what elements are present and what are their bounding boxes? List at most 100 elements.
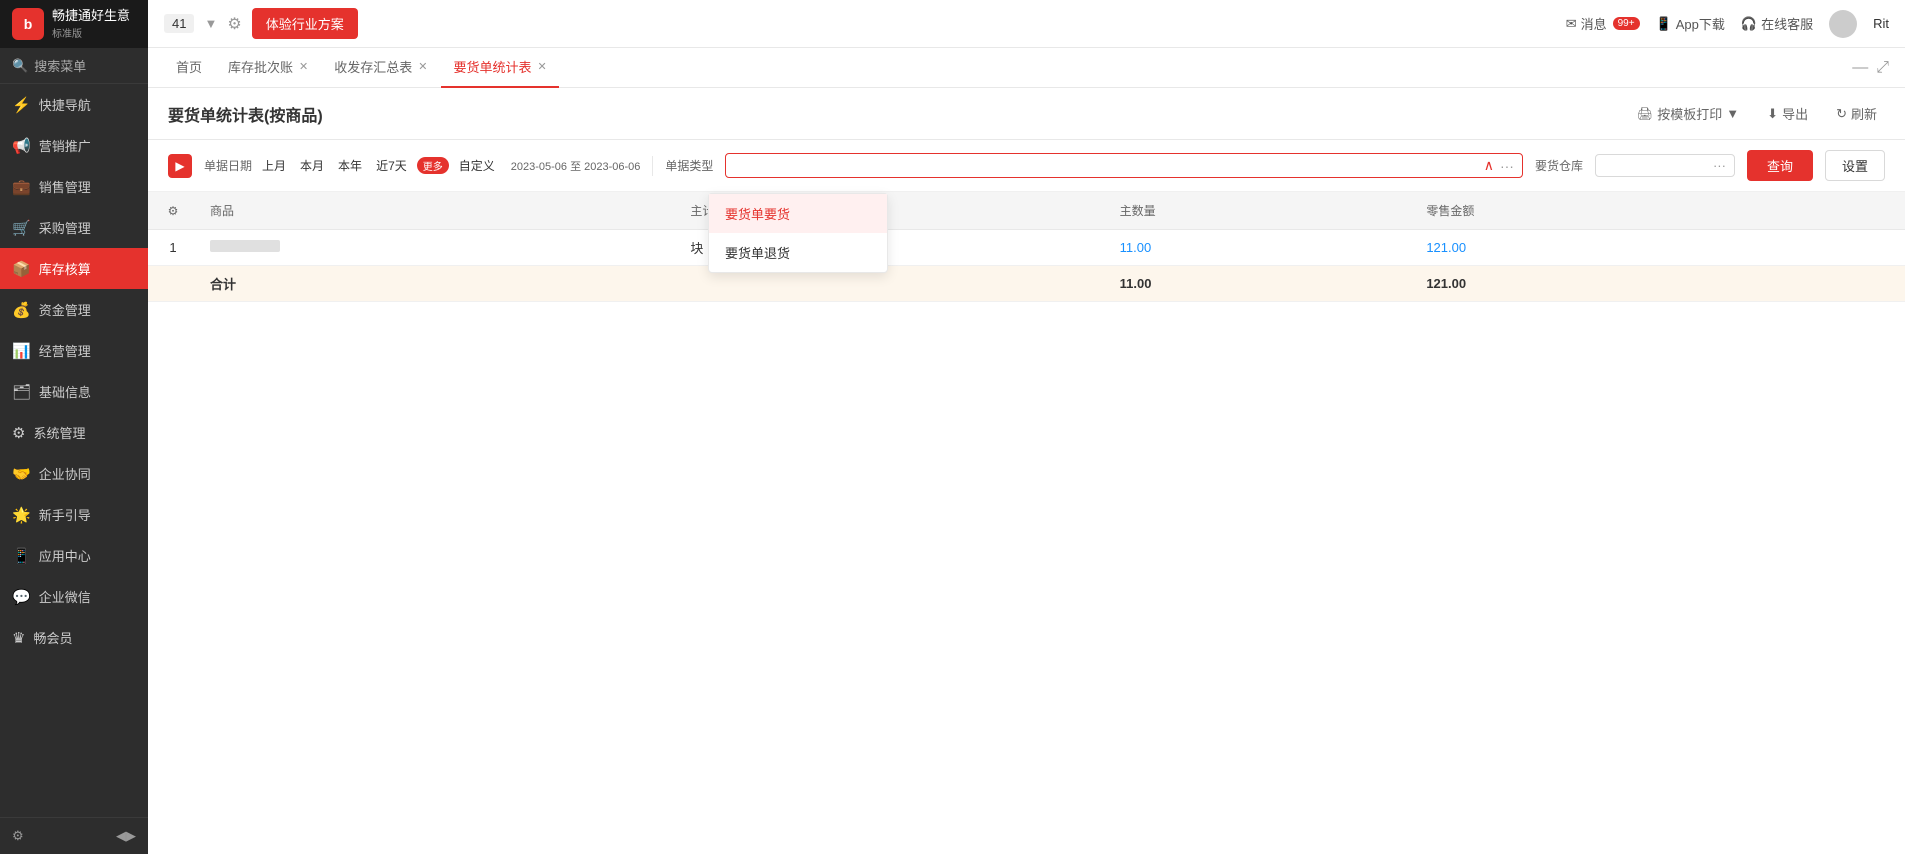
sidebar-search[interactable]: 🔍 搜索菜单	[0, 48, 148, 84]
app-name-group: 畅捷通好生意 标准版	[52, 8, 130, 40]
date-custom[interactable]: 自定义	[455, 155, 499, 176]
sidebar-item-system[interactable]: ⚙ 系统管理	[0, 412, 148, 453]
marketing-icon: 📢	[12, 137, 31, 155]
username: Rit	[1873, 16, 1889, 31]
type-select-more-icon[interactable]: ···	[1500, 158, 1514, 174]
dropdown-item-label: 要货单退货	[725, 246, 790, 261]
settings-icon[interactable]: ⚙	[12, 828, 24, 844]
app-icon: 📱	[1656, 16, 1672, 32]
sidebar-item-inventory[interactable]: 📦 库存核算	[0, 248, 148, 289]
warehouse-more-icon[interactable]: ···	[1713, 158, 1726, 173]
tab-label: 库存批次账	[228, 57, 293, 76]
date-this-month[interactable]: 本月	[296, 155, 328, 176]
page-header: 要货单统计表(按商品) 🖨 按模板打印 ▼ ⬇ 导出 ↻ 刷新	[148, 88, 1905, 140]
vip-icon: ♛	[12, 629, 25, 647]
topbar-settings-icon[interactable]: ⚙	[227, 14, 241, 34]
footer-empty	[148, 266, 198, 302]
setup-btn[interactable]: 设置	[1825, 150, 1885, 181]
sidebar-item-enterprise[interactable]: 🤝 企业协同	[0, 453, 148, 494]
topbar: 41 ▼ ⚙ 体验行业方案 ✉ 消息 99+ 📱 App下载 🎧 在线客服 Ri…	[148, 0, 1905, 48]
type-label: 单据类型	[665, 157, 713, 174]
type-select-arrow-icon[interactable]: ∧	[1484, 157, 1494, 174]
date-label: 单据日期	[204, 157, 252, 174]
td-product	[198, 230, 678, 266]
sidebar-item-app-center[interactable]: 📱 应用中心	[0, 535, 148, 576]
date-this-year[interactable]: 本年	[334, 155, 366, 176]
app-center-icon: 📱	[12, 547, 31, 565]
date-more-btn[interactable]: 更多	[417, 157, 449, 174]
sidebar-item-label: 销售管理	[39, 177, 91, 196]
print-arrow-icon: ▼	[1726, 106, 1739, 121]
print-template-btn[interactable]: 🖨 按模板打印 ▼	[1629, 100, 1747, 127]
sidebar-item-finance[interactable]: 💰 资金管理	[0, 289, 148, 330]
sidebar-item-basic-info[interactable]: 🗂 基础信息	[0, 371, 148, 412]
sidebar-item-label: 系统管理	[33, 423, 85, 442]
basic-info-icon: 🗂	[12, 383, 31, 401]
sidebar-item-label: 企业协同	[39, 464, 91, 483]
warehouse-label: 要货仓库	[1535, 157, 1583, 174]
sidebar-item-guide[interactable]: 🌟 新手引导	[0, 494, 148, 535]
message-btn[interactable]: ✉ 消息 99+	[1566, 14, 1640, 33]
sidebar-item-vip[interactable]: ♛ 畅会员	[0, 617, 148, 658]
sidebar-item-label: 快捷导航	[39, 95, 91, 114]
sidebar-header: b 畅捷通好生意 标准版	[0, 0, 148, 48]
system-icon: ⚙	[12, 424, 25, 442]
app-download-btn[interactable]: 📱 App下载	[1656, 14, 1725, 33]
sidebar-item-label: 采购管理	[39, 218, 91, 237]
sidebar-item-sales[interactable]: 💼 销售管理	[0, 166, 148, 207]
tab-order-stats[interactable]: 要货单统计表 ✕	[441, 48, 558, 88]
tab-close-icon[interactable]: ✕	[418, 60, 427, 73]
tabs-expand-icon[interactable]: ⤢	[1876, 59, 1889, 77]
product-masked	[210, 240, 280, 252]
export-btn[interactable]: ⬇ 导出	[1759, 100, 1816, 127]
sidebar-item-operations[interactable]: 📊 经营管理	[0, 330, 148, 371]
sidebar-item-wechat[interactable]: 💬 企业微信	[0, 576, 148, 617]
sidebar-item-marketing[interactable]: 📢 营销推广	[0, 125, 148, 166]
th-qty: 主数量	[1108, 192, 1415, 230]
data-table: ⚙ 商品 主计量单位 主数量 零售金额 1 块	[148, 192, 1905, 302]
sidebar-item-label: 经营管理	[39, 341, 91, 360]
tab-receive-send[interactable]: 收发存汇总表 ✕	[322, 48, 439, 88]
dropdown-item-tuihuo[interactable]: 要货单退货	[709, 233, 887, 272]
sidebar-item-quick-nav[interactable]: ⚡ 快捷导航	[0, 84, 148, 125]
sidebar-item-label: 库存核算	[39, 259, 91, 278]
date-last-7-days[interactable]: 近7天	[372, 155, 411, 176]
tab-home[interactable]: 首页	[164, 48, 214, 88]
filter-divider	[652, 156, 653, 176]
service-btn[interactable]: 🎧 在线客服	[1741, 14, 1813, 33]
app-subtitle: 标准版	[52, 25, 130, 40]
query-btn[interactable]: 查询	[1747, 150, 1813, 181]
message-label: 消息	[1581, 14, 1607, 33]
date-prev-month[interactable]: 上月	[258, 155, 290, 176]
dropdown-item-yaohuo[interactable]: 要货单要货	[709, 194, 887, 233]
avatar[interactable]	[1829, 10, 1857, 38]
th-extra	[1782, 192, 1905, 230]
page-actions: 🖨 按模板打印 ▼ ⬇ 导出 ↻ 刷新	[1629, 100, 1885, 127]
export-label: 导出	[1782, 104, 1808, 123]
collapse-icon[interactable]: ◀▶	[116, 828, 136, 844]
sidebar-item-label: 资金管理	[39, 300, 91, 319]
trial-btn[interactable]: 体验行业方案	[252, 8, 358, 39]
dropdown-item-label: 要货单要货	[725, 207, 790, 222]
content-area: 要货单统计表(按商品) 🖨 按模板打印 ▼ ⬇ 导出 ↻ 刷新 ▶	[148, 88, 1905, 854]
warehouse-select[interactable]: ···	[1595, 154, 1735, 177]
sidebar-item-label: 企业微信	[39, 587, 91, 606]
purchase-icon: 🛒	[12, 219, 31, 237]
sidebar-item-purchase[interactable]: 🛒 采购管理	[0, 207, 148, 248]
tab-close-icon[interactable]: ✕	[538, 60, 547, 73]
message-badge: 99+	[1613, 17, 1640, 30]
tabs-collapse-icon[interactable]: —	[1852, 59, 1868, 77]
td-extra	[1782, 230, 1905, 266]
refresh-btn[interactable]: ↻ 刷新	[1828, 100, 1885, 127]
tab-close-icon[interactable]: ✕	[299, 60, 308, 73]
export-icon: ⬇	[1767, 106, 1778, 122]
footer-label: 合计	[198, 266, 678, 302]
tab-inventory-batch[interactable]: 库存批次账 ✕	[216, 48, 320, 88]
type-select[interactable]: ∧ ···	[725, 153, 1523, 178]
dropdown-arrow-icon[interactable]: ▼	[204, 16, 217, 31]
filter-expand-btn[interactable]: ▶	[168, 154, 192, 178]
th-settings[interactable]: ⚙	[148, 192, 198, 230]
finance-icon: 💰	[12, 301, 31, 319]
guide-icon: 🌟	[12, 506, 31, 524]
search-icon: 🔍	[12, 58, 28, 74]
